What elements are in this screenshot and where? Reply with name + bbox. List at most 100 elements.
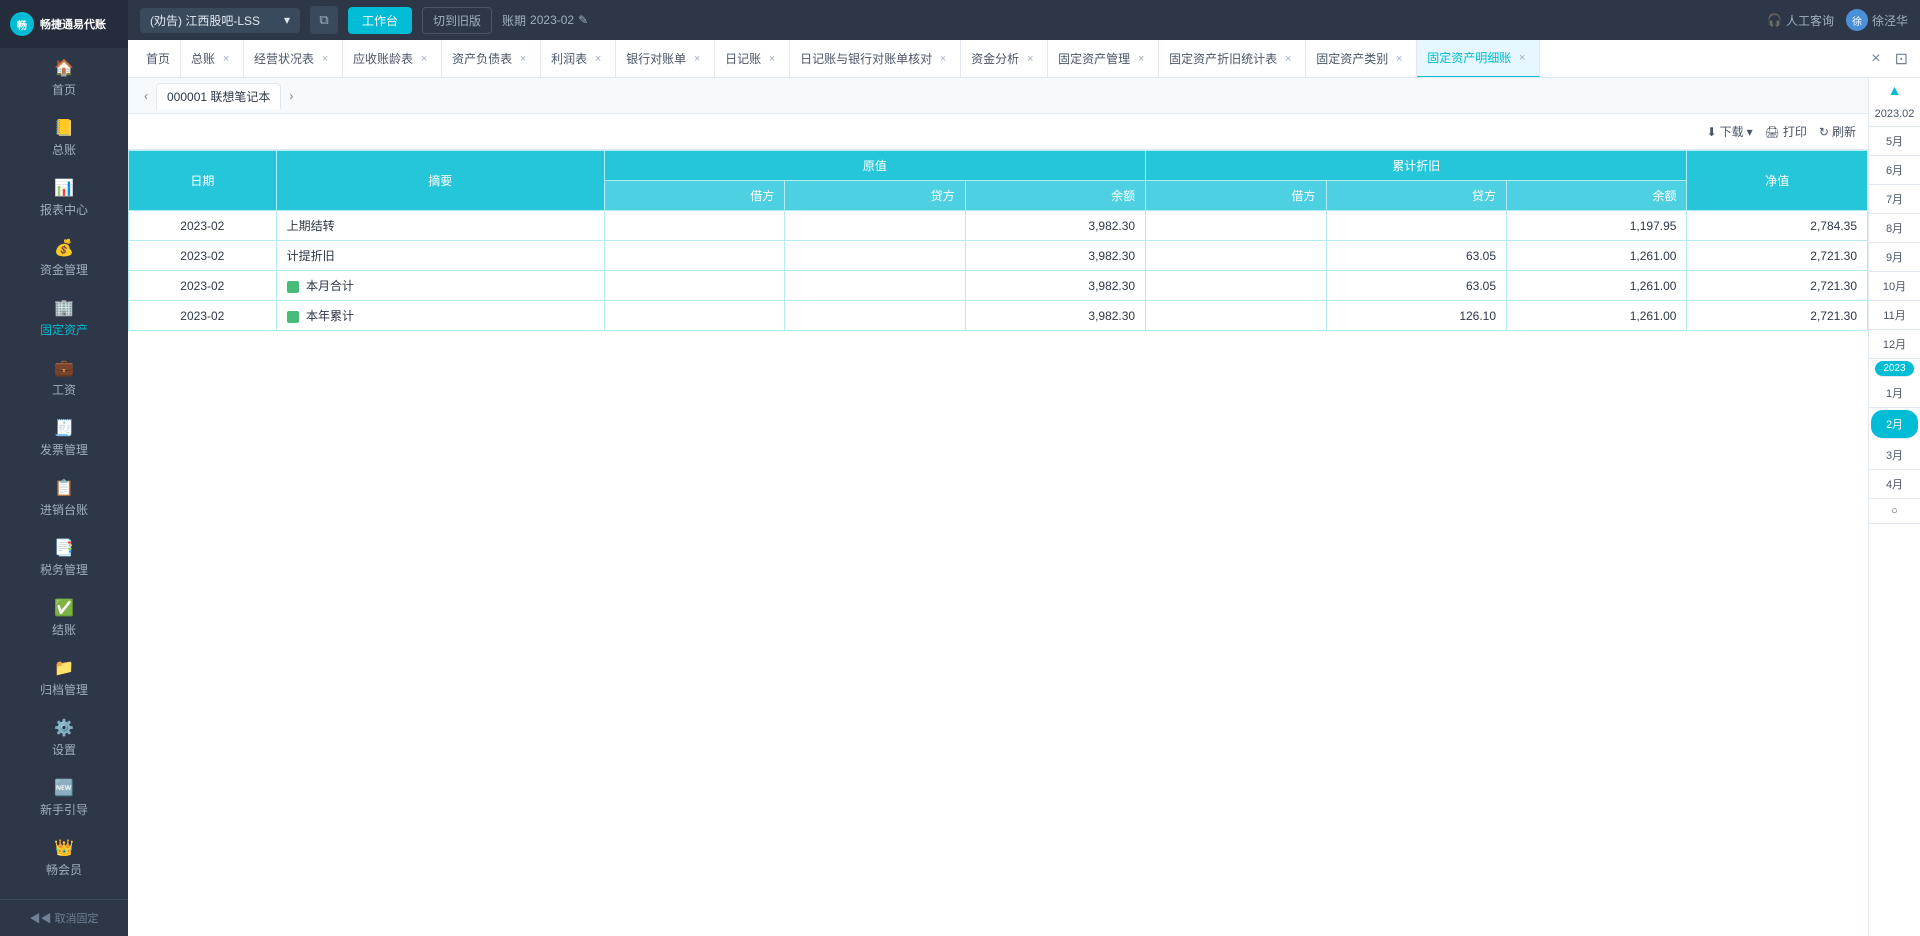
archive-icon: 📁	[54, 658, 74, 678]
cell-orig-credit-0	[785, 211, 965, 241]
cell-date-1: 2023-02	[129, 241, 277, 271]
month-label-12[interactable]: 4月	[1869, 470, 1920, 499]
edit-period-icon[interactable]: ✎	[578, 13, 588, 27]
workspace-button[interactable]: 工作台	[348, 7, 412, 34]
tab-bank_stmt[interactable]: 银行对账单×	[616, 40, 715, 78]
tab-close-journal[interactable]: ×	[765, 52, 779, 66]
breadcrumb-next-btn[interactable]: ›	[285, 87, 297, 105]
close-all-tabs-btn[interactable]: ×	[1867, 46, 1884, 72]
tab-receivable[interactable]: 应收账龄表×	[343, 40, 442, 78]
table-row: 2023-02 本年累计 3,982.30 126.10 1,261.00 2,…	[129, 301, 1868, 331]
tab-close-general[interactable]: ×	[219, 52, 233, 66]
cell-depr-debit-0	[1146, 211, 1326, 241]
sidebar-item-fixed[interactable]: 🏢 固定资产	[0, 288, 128, 348]
tab-general[interactable]: 总账×	[181, 40, 244, 78]
copy-button[interactable]: ⧉	[310, 6, 338, 34]
cancel-fixed-btn[interactable]: ◀◀ 取消固定	[0, 899, 128, 936]
col-depr-debit-header: 借方	[1146, 181, 1326, 211]
month-label-6[interactable]: 11月	[1869, 301, 1920, 330]
cell-date-2: 2023-02	[129, 271, 277, 301]
user-menu[interactable]: 徐 徐泾华	[1846, 9, 1908, 31]
tab-journal_bank[interactable]: 日记账与银行对账单核对×	[790, 40, 961, 78]
month-label-0[interactable]: 5月	[1869, 127, 1920, 156]
sidebar-item-member[interactable]: 👑 畅会员	[0, 828, 128, 888]
ledger-panel: ‹ 000001 联想笔记本 › ⬇ 下载 ▾ 🖨 打印	[128, 78, 1868, 936]
refresh-button[interactable]: ↻ 刷新	[1819, 123, 1856, 140]
tab-close-profit[interactable]: ×	[591, 52, 605, 66]
sidebar-item-home[interactable]: 🏠 首页	[0, 48, 128, 108]
tab-close-fixed_mgmt[interactable]: ×	[1134, 52, 1148, 66]
old-version-button[interactable]: 切到旧版	[422, 7, 492, 34]
support-btn[interactable]: 🎧 人工客询	[1767, 12, 1834, 29]
month-label-3[interactable]: 8月	[1869, 214, 1920, 243]
tab-close-fixed_type[interactable]: ×	[1392, 52, 1406, 66]
cell-depr-balance-1: 1,261.00	[1507, 241, 1687, 271]
tab-label-home: 首页	[146, 50, 170, 67]
month-label-1[interactable]: 6月	[1869, 156, 1920, 185]
sidebar-item-sales[interactable]: 📋 进销台账	[0, 468, 128, 528]
tab-fixed_detail[interactable]: 固定资产明细账×	[1417, 40, 1540, 78]
expand-tabs-btn[interactable]: ⊡	[1891, 45, 1912, 73]
sidebar-item-invoice[interactable]: 🧾 发票管理	[0, 408, 128, 468]
active-month-label[interactable]: 2月	[1871, 410, 1918, 439]
tab-close-fixed_depr[interactable]: ×	[1281, 52, 1295, 66]
sidebar-item-settle[interactable]: ✅ 结账	[0, 588, 128, 648]
top-period-label[interactable]: 2023.02	[1869, 102, 1920, 127]
tab-fixed_type[interactable]: 固定资产类别×	[1306, 40, 1417, 78]
sidebar-item-tax[interactable]: 📑 税务管理	[0, 528, 128, 588]
tab-close-fixed_detail[interactable]: ×	[1515, 51, 1529, 65]
dropdown-arrow-icon: ▾	[284, 13, 290, 27]
month-label-2[interactable]: 7月	[1869, 185, 1920, 214]
member-icon: 👑	[54, 838, 74, 858]
tab-journal[interactable]: 日记账×	[715, 40, 790, 78]
sidebar-item-archive[interactable]: 📁 归档管理	[0, 648, 128, 708]
sidebar-item-reports[interactable]: 📊 报表中心	[0, 168, 128, 228]
tab-fixed_depr[interactable]: 固定资产折旧统计表×	[1159, 40, 1306, 78]
tag-green-icon	[287, 281, 299, 293]
tab-bar: 首页总账×经营状况表×应收账龄表×资产负债表×利润表×银行对账单×日记账×日记账…	[128, 40, 1920, 78]
tab-profit[interactable]: 利润表×	[541, 40, 616, 78]
asset-item-tag: 000001 联想笔记本	[156, 83, 281, 109]
sidebar-item-ledger[interactable]: 📒 总账	[0, 108, 128, 168]
cell-orig-debit-3	[604, 301, 784, 331]
tab-close-journal_bank[interactable]: ×	[936, 52, 950, 66]
print-button[interactable]: 🖨 打印	[1765, 123, 1807, 140]
cell-depr-credit-3: 126.10	[1326, 301, 1506, 331]
bottom-period-label[interactable]: ○	[1869, 499, 1920, 524]
tab-home[interactable]: 首页	[136, 40, 181, 78]
capital-icon: 💰	[54, 238, 74, 258]
tab-fixed_mgmt[interactable]: 固定资产管理×	[1048, 40, 1159, 78]
month-label-4[interactable]: 9月	[1869, 243, 1920, 272]
download-icon: ⬇	[1707, 125, 1717, 139]
tab-close-bank_stmt[interactable]: ×	[690, 52, 704, 66]
tab-operation[interactable]: 经营状况表 ×	[244, 40, 343, 78]
sidebar-label-home: 首页	[52, 81, 76, 98]
tab-close-operation[interactable]: ×	[318, 52, 332, 66]
tab-close-receivable[interactable]: ×	[417, 52, 431, 66]
tab-fund_analysis[interactable]: 资金分析×	[961, 40, 1048, 78]
tab-label-operation: 经营状况表	[254, 50, 314, 67]
tab-assets_liab[interactable]: 资产负债表×	[442, 40, 541, 78]
month-label-5[interactable]: 10月	[1869, 272, 1920, 301]
month-label-9[interactable]: 1月	[1869, 379, 1920, 408]
month-label-11[interactable]: 3月	[1869, 441, 1920, 470]
scroll-up-btn[interactable]: ▲	[1869, 78, 1920, 102]
company-selector[interactable]: (劝告) 江西股吧-LSS ▾	[140, 8, 300, 33]
cell-net-value-3: 2,721.30	[1687, 301, 1868, 331]
sidebar-item-settings[interactable]: ⚙️ 设置	[0, 708, 128, 768]
home-icon: 🏠	[54, 58, 74, 78]
breadcrumb-prev-btn[interactable]: ‹	[140, 87, 152, 105]
download-button[interactable]: ⬇ 下载 ▾	[1707, 123, 1753, 140]
tab-bar-actions: × ⊡	[1867, 45, 1912, 73]
tab-close-fund_analysis[interactable]: ×	[1023, 52, 1037, 66]
col-net-value-header: 净值	[1687, 151, 1868, 211]
year-tag: 2023	[1875, 361, 1914, 377]
month-label-7[interactable]: 12月	[1869, 330, 1920, 359]
sidebar-item-capital[interactable]: 💰 资金管理	[0, 228, 128, 288]
cell-desc-3: 本年累计	[276, 301, 604, 331]
sidebar-label-tax: 税务管理	[40, 561, 88, 578]
tab-close-assets_liab[interactable]: ×	[516, 52, 530, 66]
sidebar-label-member: 畅会员	[46, 861, 82, 878]
sidebar-item-salary[interactable]: 💼 工资	[0, 348, 128, 408]
sidebar-item-guide[interactable]: 🆕 新手引导	[0, 768, 128, 828]
